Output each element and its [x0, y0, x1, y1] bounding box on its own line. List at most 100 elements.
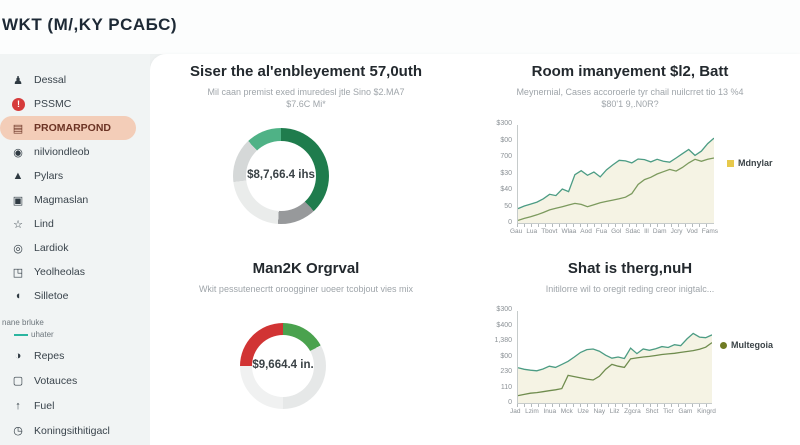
x-tick-label: Lzim — [525, 408, 539, 415]
x-tick-label: Gol — [611, 228, 622, 235]
x-tick-label: Zgcra — [624, 408, 641, 415]
legend-swatch-icon — [727, 159, 734, 167]
line-chart-2 — [517, 311, 713, 404]
panel1-subtitle2: $7.6C Mi* — [286, 99, 326, 109]
y-tick-label: $30 — [500, 169, 512, 177]
globe-icon: ◉ — [13, 146, 23, 159]
y-tick-label: $400 — [496, 321, 512, 329]
donut1-center-label: $8,7,66.4 ihs — [247, 169, 315, 181]
sidebar-item-fuel[interactable]: ↑ Fuel — [0, 393, 150, 418]
x-tick-label: Uze — [577, 408, 589, 415]
x-axis-ticks — [517, 224, 713, 227]
x-tick-label: Dam — [652, 228, 667, 235]
y-tick-label: 1,380 — [494, 337, 512, 344]
x-tick-label: Fams — [701, 228, 718, 235]
clock-icon: ◷ — [13, 425, 23, 437]
x-tick-label: Mck — [560, 408, 573, 415]
x-tick-label: Gam — [678, 408, 693, 415]
x-tick-label: Aod — [580, 228, 592, 235]
sidebar-item-votauces[interactable]: ▢ Votauces — [0, 368, 150, 393]
sidebar-item-nilviondleob[interactable]: ◉ nilviondleob — [0, 140, 150, 164]
sidebar: ♟ Dessal ! PSSMC ▤ PROMARPOND ◉ nilviond… — [0, 54, 150, 445]
archive-icon: ▢ — [12, 375, 24, 387]
x-tick-label: Lua — [526, 228, 538, 235]
y-tick-label: $40 — [500, 186, 512, 193]
x-tick-label: Kingrd — [697, 408, 716, 415]
y-tick-label: $00 — [500, 352, 512, 360]
sidebar-item-label: nilviondleob — [34, 146, 90, 158]
dashboard-app: WKT (M/,KY PCАБС) ♟ Dessal ! PSSMC ▤ PRO… — [0, 0, 800, 445]
line-chart-svg — [517, 137, 715, 223]
sidebar-item-label: Magmaslan — [34, 194, 89, 206]
sidebar-item-yeolheolas[interactable]: ◳ Yeolheolas — [0, 260, 150, 284]
panel3-subtitle: Wkit pessutenecrtt oroogginer uoeer tcob… — [198, 284, 414, 294]
pie-icon: ◑ — [14, 349, 22, 362]
sidebar-item-label: Repes — [34, 349, 65, 362]
y-tick-label: 110 — [500, 383, 512, 391]
sidebar-item-lind[interactable]: ☆ Lind — [0, 212, 150, 236]
x-tick-label: Nay — [593, 408, 606, 415]
arrow-up-icon: ↑ — [15, 399, 21, 412]
y-tick-label: $300 — [496, 120, 512, 127]
page-icon: ◳ — [12, 266, 24, 279]
x-tick-label: Jad — [510, 408, 521, 415]
sidebar-item-label: Lardiok — [34, 242, 69, 254]
legend-label: Mdnylar — [738, 158, 773, 168]
person-icon: ♟ — [13, 74, 23, 87]
sidebar-item-promarpond[interactable]: ▤ PROMARPOND — [0, 116, 136, 140]
legend-2: Multegoia — [720, 340, 773, 350]
x-tick-label: Inua — [543, 408, 557, 415]
x-tick-label: Ticr — [663, 408, 674, 415]
triangle-icon: ▲ — [12, 170, 24, 182]
sidebar-item-lardiok[interactable]: ◎ Lardiok — [0, 236, 150, 260]
x-tick-label: Vod — [686, 228, 698, 235]
sidebar-mini-legend: uhater — [14, 330, 150, 339]
x-axis-ticks — [517, 404, 711, 407]
y-tick-label: 0 — [508, 399, 512, 406]
x-tick-label: Lilz — [609, 408, 620, 415]
y-tick-label: 0 — [508, 219, 512, 226]
x-tick-label: Sdac — [625, 228, 641, 235]
sidebar-item-pylars[interactable]: ▲ Pylars — [0, 164, 150, 188]
x-tick-label: Jcry — [670, 228, 683, 235]
sidebar-item-label: Fuel — [34, 399, 55, 412]
teal-dash-icon — [14, 333, 28, 336]
send-icon: ◖ — [14, 290, 22, 302]
y-tick-label: 700 — [500, 153, 512, 160]
x-axis-labels: Gau Lua Tbovt Wlaa Aod Fua Gol Sdac Ill Dam Jcry Vo… — [510, 228, 718, 235]
panel2-title: Room imanyement $l2, Batt — [531, 63, 729, 80]
y-tick-label: $300 — [496, 306, 512, 313]
grid-icon: ▣ — [12, 194, 24, 207]
panel2-subtitle: Meynernial, Cases accoroerle tyr chail n… — [516, 87, 744, 97]
sidebar-item-label: Votauces — [34, 374, 78, 387]
document-icon: ▤ — [12, 122, 24, 135]
line-chart-1 — [517, 125, 715, 224]
sidebar-item-label: Lind — [34, 218, 54, 230]
sidebar-item-label: Pylars — [34, 170, 64, 182]
sidebar-item-silletoe[interactable]: ◖ Silletoe — [0, 284, 150, 308]
legend-label: Multegoia — [731, 340, 773, 350]
sidebar-item-magmaslan[interactable]: ▣ Magmaslan — [0, 188, 150, 212]
legend-swatch-icon — [720, 341, 727, 349]
y-tick-label: 50 — [504, 202, 512, 210]
y-axis-labels: $300 $400 1,380 $00 230 110 0 — [480, 306, 512, 406]
header-bar: WKT (M/,KY PCАБС) — [0, 0, 800, 54]
sidebar-item-label: Yeolheolas — [34, 266, 85, 278]
panel3-title: Man2K Orgrval — [252, 260, 360, 277]
sidebar-item-pssmc[interactable]: ! PSSMC — [0, 92, 150, 116]
sidebar-section-label: nane brluke — [2, 318, 44, 327]
line-chart-svg — [517, 332, 713, 403]
panel4-title: Shat is therg,nuH — [567, 260, 693, 277]
sidebar-item-label: Koningsithitigacl — [34, 424, 110, 437]
star-icon: ☆ — [13, 218, 23, 231]
sidebar-item-label: PROMARPOND — [34, 122, 112, 134]
alert-icon: ! — [12, 97, 25, 111]
legend-1: Mdnylar — [727, 158, 773, 168]
x-tick-label: Fua — [595, 228, 608, 235]
sidebar-item-dessal[interactable]: ♟ Dessal — [0, 68, 150, 92]
sidebar-item-koningsithitigacl[interactable]: ◷ Koningsithitigacl — [0, 418, 150, 443]
sidebar-item-label: Dessal — [34, 74, 67, 86]
sidebar-item-repes[interactable]: ◑ Repes — [0, 343, 150, 368]
x-tick-label: Tbovt — [541, 228, 558, 235]
sidebar-bottom-group: ◑ Repes ▢ Votauces ↑ Fuel ◷ Koningsithit… — [0, 343, 150, 443]
